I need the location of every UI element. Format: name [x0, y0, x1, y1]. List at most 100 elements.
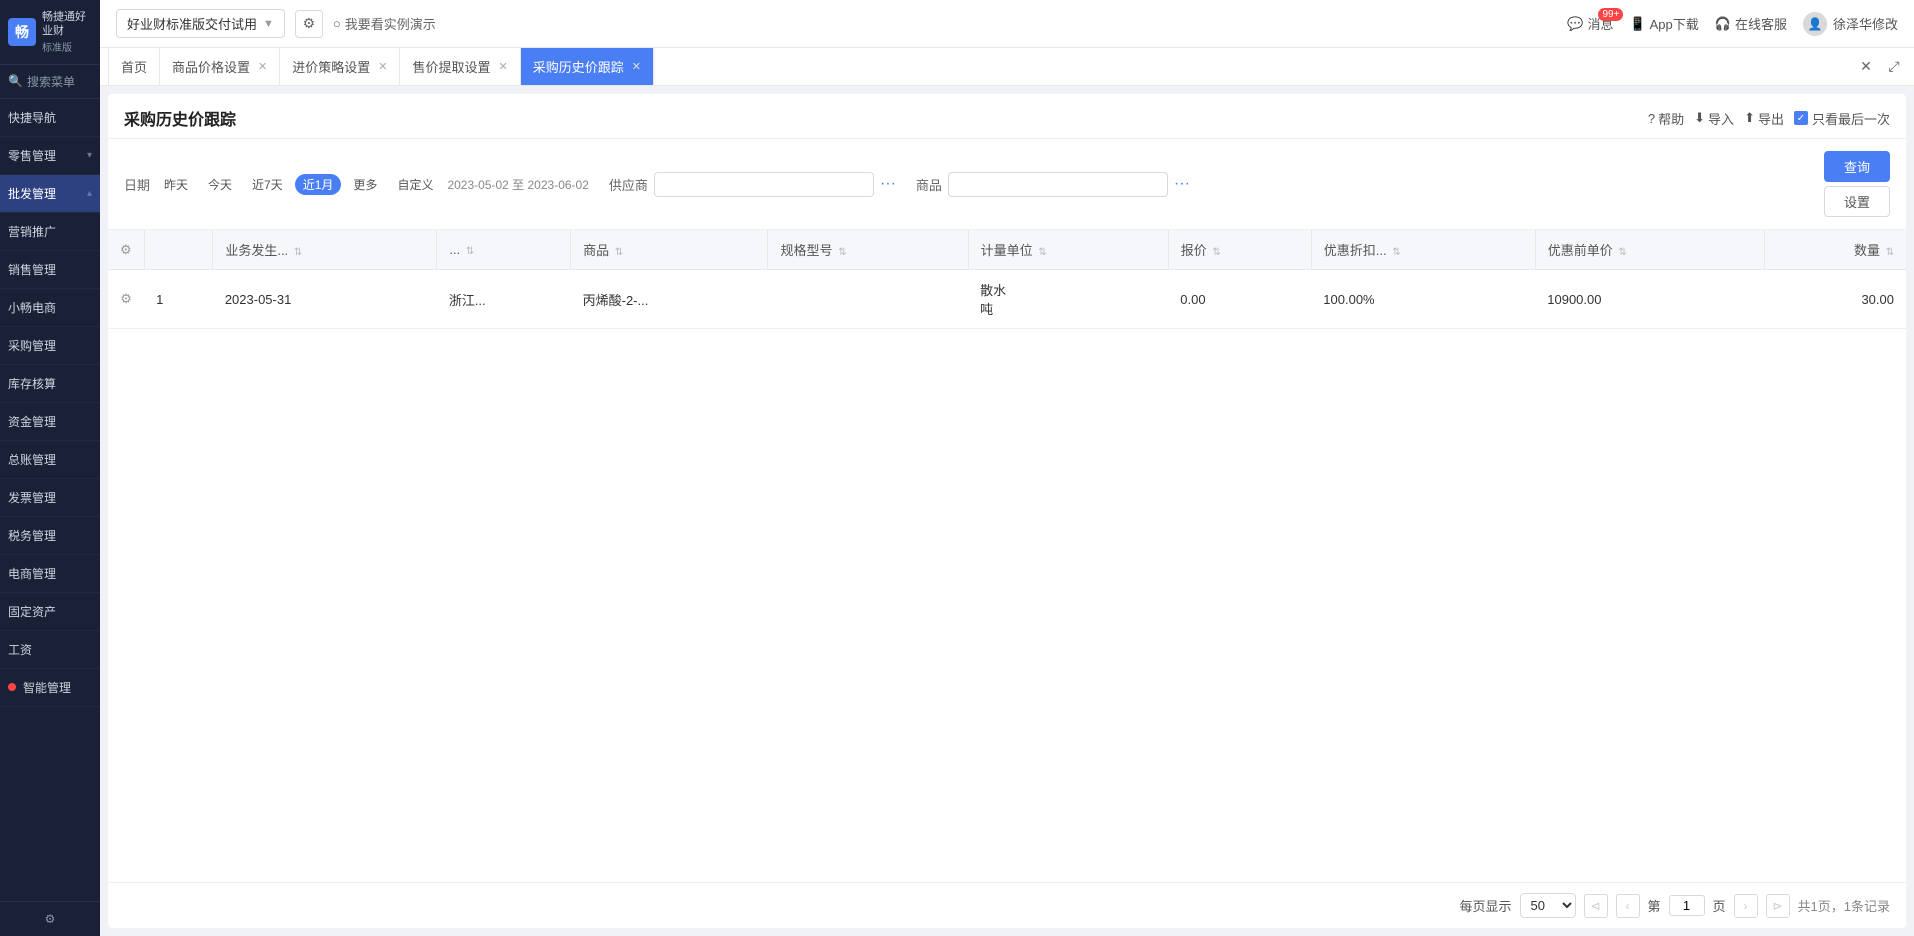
- sidebar: 畅 畅捷通好业财 标准版 🔍 搜索菜单 快捷导航 零售管理 ▾ 批发管理 ▴ 营…: [0, 0, 100, 936]
- sidebar-item-marketing[interactable]: 营销推广: [0, 213, 100, 251]
- edition-selector[interactable]: 好业财标准版交付试用 ▼: [116, 9, 285, 38]
- date-last1m-btn[interactable]: 近1月: [295, 174, 342, 195]
- row-spec: [768, 270, 968, 329]
- online-service-button[interactable]: 🎧 在线客服: [1715, 14, 1787, 33]
- only-last-checkbox[interactable]: ✓ 只看最后一次: [1794, 109, 1890, 128]
- app-edition: 标准版: [42, 39, 92, 54]
- row-discount: 100.00%: [1311, 270, 1535, 329]
- date-last7-btn[interactable]: 近7天: [244, 174, 291, 195]
- filter-bar: 日期 昨天 今天 近7天 近1月 更多 自定义 2023-05-02 至 202…: [108, 139, 1906, 230]
- maximize-tab-btn[interactable]: ⤢: [1882, 55, 1906, 79]
- supplier-input[interactable]: [654, 172, 874, 197]
- tab-price[interactable]: 商品价格设置 ✕: [160, 48, 280, 86]
- tab-strategy[interactable]: 进价策略设置 ✕: [280, 48, 400, 86]
- close-icon[interactable]: ✕: [258, 60, 267, 73]
- col-qty[interactable]: 数量 ⇅: [1764, 230, 1906, 270]
- tab-history-price[interactable]: 采购历史价跟踪 ✕: [521, 48, 654, 86]
- sidebar-item-ledger[interactable]: 总账管理: [0, 441, 100, 479]
- demo-link[interactable]: ○ 我要看实例演示: [333, 14, 436, 33]
- row-unit: 散水 吨: [968, 270, 1168, 329]
- main-content: 好业财标准版交付试用 ▼ ⚙ ○ 我要看实例演示 💬 消息 99+ 📱 App下…: [100, 0, 1914, 936]
- page-number-input[interactable]: [1669, 895, 1705, 916]
- sort-icon: ⇅: [1886, 247, 1894, 258]
- demo-icon: ○: [333, 16, 341, 31]
- headphone-icon: 🎧: [1715, 16, 1731, 32]
- help-link[interactable]: ? 帮助: [1648, 109, 1684, 128]
- app-icon: 畅: [8, 18, 36, 46]
- sort-icon: ⇅: [1038, 247, 1046, 258]
- supplier-more-btn[interactable]: ···: [880, 176, 896, 192]
- prev-page-btn[interactable]: ‹: [1616, 894, 1640, 918]
- sidebar-item-tax[interactable]: 税务管理: [0, 517, 100, 555]
- sort-icon: ⇅: [1392, 247, 1400, 258]
- col-product[interactable]: 商品 ⇅: [571, 230, 768, 270]
- date-today-btn[interactable]: 今天: [200, 174, 240, 195]
- date-more-btn[interactable]: 更多: [345, 174, 385, 195]
- sidebar-item-smart[interactable]: 智能管理: [0, 669, 100, 707]
- col-price[interactable]: 报价 ⇅: [1168, 230, 1311, 270]
- header-gear-button[interactable]: ⚙: [295, 10, 323, 38]
- message-button[interactable]: 💬 消息 99+: [1567, 14, 1613, 33]
- sidebar-item-ecommerce[interactable]: 电商管理: [0, 555, 100, 593]
- import-link[interactable]: ⬇ 导入: [1694, 109, 1734, 128]
- sidebar-item-ecommerce-small[interactable]: 小畅电商: [0, 289, 100, 327]
- query-button[interactable]: 查询: [1824, 151, 1890, 182]
- col-unit[interactable]: 计量单位 ⇅: [968, 230, 1168, 270]
- per-page-select[interactable]: 50 20 100: [1520, 893, 1576, 918]
- chevron-down-icon: ▾: [87, 150, 92, 161]
- last-page-btn[interactable]: ⊳: [1766, 894, 1790, 918]
- row-supplier: 浙江...: [437, 270, 571, 329]
- close-tab-btn[interactable]: ✕: [1854, 55, 1878, 79]
- sidebar-item-purchase[interactable]: 采购管理: [0, 327, 100, 365]
- product-input[interactable]: [948, 172, 1168, 197]
- sidebar-item-sales[interactable]: 销售管理: [0, 251, 100, 289]
- close-icon[interactable]: ✕: [499, 60, 508, 73]
- pagination: 每页显示 50 20 100 ⊲ ‹ 第 页 › ⊳ 共1页，1条记录: [108, 882, 1906, 928]
- sidebar-item-retail[interactable]: 零售管理 ▾: [0, 137, 100, 175]
- app-download-button[interactable]: 📱 App下载: [1629, 14, 1698, 33]
- sidebar-item-quicknav[interactable]: 快捷导航: [0, 99, 100, 137]
- settings-icon: ⚙: [45, 912, 56, 926]
- export-link[interactable]: ⬆ 导出: [1744, 109, 1784, 128]
- sidebar-item-wholesale[interactable]: 批发管理 ▴: [0, 175, 100, 213]
- close-icon[interactable]: ✕: [632, 60, 641, 73]
- total-info: 共1页，1条记录: [1798, 896, 1890, 915]
- row-seq: 1: [144, 270, 213, 329]
- tab-sale-price[interactable]: 售价提取设置 ✕: [400, 48, 520, 86]
- setting-button[interactable]: 设置: [1824, 186, 1890, 217]
- col-date[interactable]: 业务发生... ⇅: [213, 230, 437, 270]
- row-price: 0.00: [1168, 270, 1311, 329]
- page-suffix: 页: [1713, 896, 1726, 915]
- sidebar-logo: 畅 畅捷通好业财 标准版: [0, 0, 100, 65]
- sort-icon: ⇅: [466, 246, 474, 257]
- date-yesterday-btn[interactable]: 昨天: [156, 174, 196, 195]
- search-menu[interactable]: 🔍 搜索菜单: [0, 65, 100, 99]
- close-icon[interactable]: ✕: [378, 60, 387, 73]
- user-menu[interactable]: 👤 徐泽华修改: [1803, 12, 1898, 36]
- product-more-btn[interactable]: ···: [1174, 176, 1190, 192]
- search-icon: 🔍: [8, 74, 23, 88]
- sidebar-item-salary[interactable]: 工资: [0, 631, 100, 669]
- date-custom-btn[interactable]: 自定义: [389, 174, 441, 195]
- col-more[interactable]: ... ⇅: [437, 230, 571, 270]
- export-icon: ⬆: [1744, 110, 1755, 126]
- col-discount[interactable]: 优惠折扣... ⇅: [1311, 230, 1535, 270]
- supplier-label: 供应商: [609, 175, 648, 194]
- col-spec[interactable]: 规格型号 ⇅: [768, 230, 968, 270]
- filter-actions: 查询 设置: [1824, 151, 1890, 217]
- import-icon: ⬇: [1694, 110, 1705, 126]
- col-pre-discount-price[interactable]: 优惠前单价 ⇅: [1535, 230, 1764, 270]
- row-gear[interactable]: ⚙: [108, 270, 144, 329]
- tab-home[interactable]: 首页: [108, 48, 160, 86]
- first-page-btn[interactable]: ⊲: [1584, 894, 1608, 918]
- next-page-btn[interactable]: ›: [1734, 894, 1758, 918]
- sidebar-settings-btn[interactable]: ⚙: [0, 901, 100, 936]
- page-label: 第: [1648, 896, 1661, 915]
- sidebar-item-assets[interactable]: 固定资产: [0, 593, 100, 631]
- sidebar-item-invoice[interactable]: 发票管理: [0, 479, 100, 517]
- sidebar-item-inventory[interactable]: 库存核算: [0, 365, 100, 403]
- col-settings[interactable]: ⚙: [108, 230, 144, 270]
- date-filter-group: 日期 昨天 今天 近7天 近1月 更多 自定义 2023-05-02 至 202…: [124, 174, 589, 195]
- sidebar-item-finance[interactable]: 资金管理: [0, 403, 100, 441]
- data-table: ⚙ 业务发生... ⇅ ... ⇅ 商品: [108, 230, 1906, 329]
